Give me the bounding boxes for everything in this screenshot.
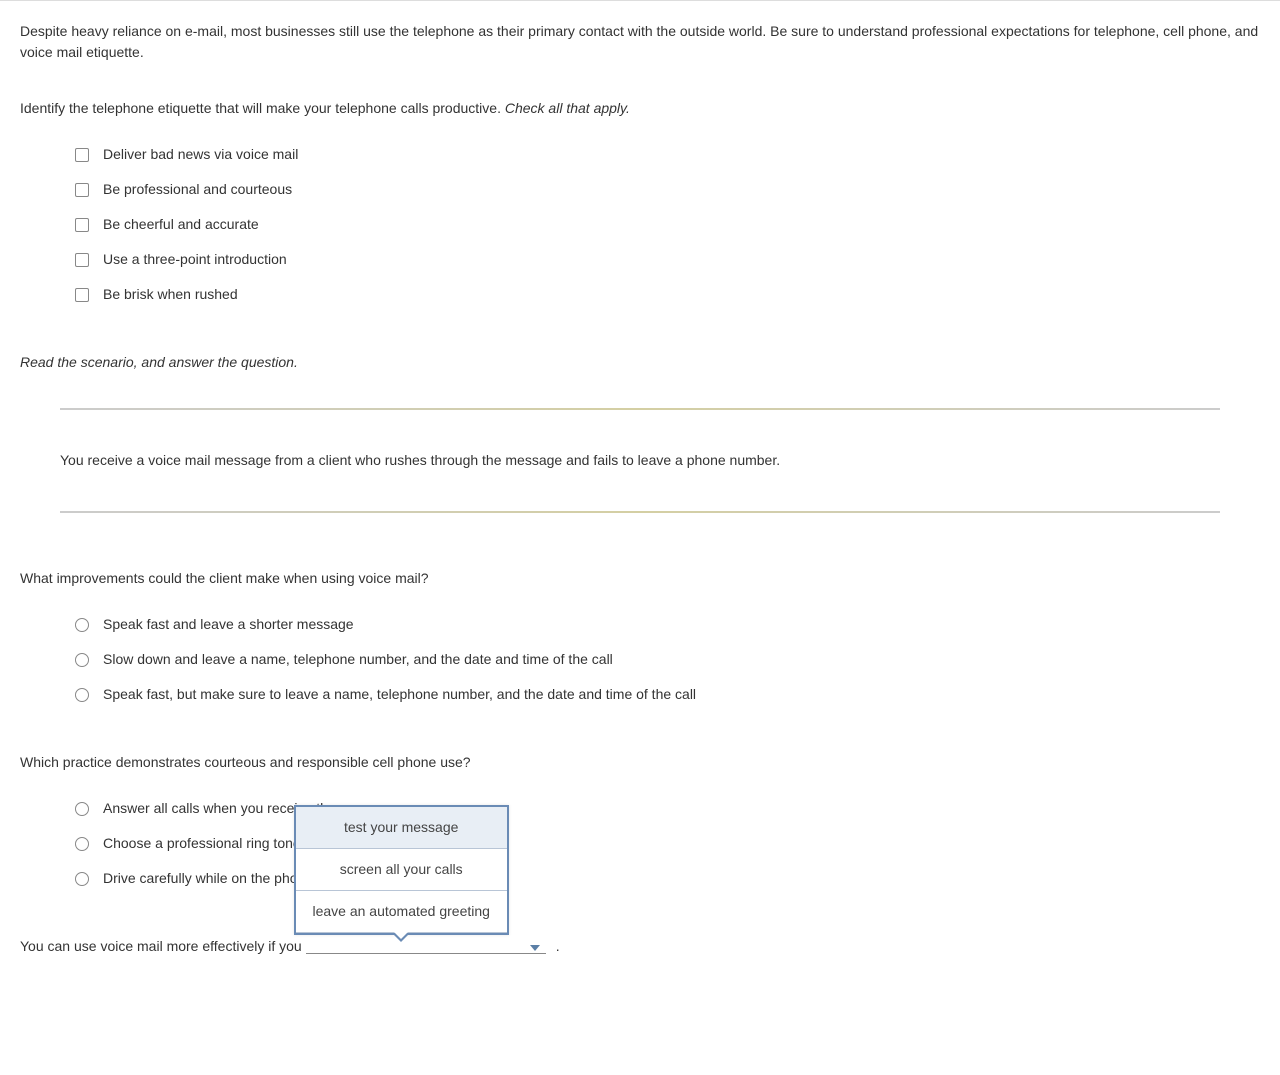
scenario-block: You receive a voice mail message from a … bbox=[60, 408, 1220, 513]
q1-option[interactable]: Be professional and courteous bbox=[75, 172, 1260, 207]
q1-option-label: Be cheerful and accurate bbox=[103, 214, 259, 235]
checkbox-icon[interactable] bbox=[75, 218, 89, 232]
q3-prompt: Which practice demonstrates courteous an… bbox=[20, 752, 1260, 773]
q2-option-label: Slow down and leave a name, telephone nu… bbox=[103, 649, 613, 670]
checkbox-icon[interactable] bbox=[75, 148, 89, 162]
q1-options: Deliver bad news via voice mail Be profe… bbox=[75, 137, 1260, 312]
q3-option-label: Drive carefully while on the phone bbox=[103, 868, 313, 889]
checkbox-icon[interactable] bbox=[75, 183, 89, 197]
q3-options: Answer all calls when you receive th Cho… bbox=[75, 791, 1260, 896]
q3-option[interactable]: Drive carefully while on the phone bbox=[75, 861, 1260, 896]
scenario-body: You receive a voice mail message from a … bbox=[60, 410, 1220, 511]
radio-icon[interactable] bbox=[75, 872, 89, 886]
radio-icon[interactable] bbox=[75, 688, 89, 702]
q1-prompt-hint: Check all that apply. bbox=[505, 100, 630, 116]
q3-option[interactable]: Choose a professional ring tone bbox=[75, 826, 1260, 861]
scenario-lead: Read the scenario, and answer the questi… bbox=[20, 352, 1260, 373]
q1-option[interactable]: Be brisk when rushed bbox=[75, 277, 1260, 312]
q1-option[interactable]: Use a three-point introduction bbox=[75, 242, 1260, 277]
q1-option-label: Deliver bad news via voice mail bbox=[103, 144, 298, 165]
checkbox-icon[interactable] bbox=[75, 253, 89, 267]
radio-icon[interactable] bbox=[75, 802, 89, 816]
q3-option-label: Choose a professional ring tone bbox=[103, 833, 301, 854]
q1-option-label: Be professional and courteous bbox=[103, 179, 292, 200]
radio-icon[interactable] bbox=[75, 837, 89, 851]
fill-period: . bbox=[556, 936, 560, 957]
q1-option-label: Be brisk when rushed bbox=[103, 284, 238, 305]
dropdown-item[interactable]: test your message bbox=[296, 807, 507, 849]
dropdown-arrow-icon bbox=[394, 932, 408, 939]
dropdown-item[interactable]: leave an automated greeting bbox=[296, 891, 507, 933]
q2-option[interactable]: Speak fast, but make sure to leave a nam… bbox=[75, 677, 1260, 712]
intro-paragraph: Despite heavy reliance on e-mail, most b… bbox=[20, 21, 1260, 63]
fill-sentence: You can use voice mail more effectively … bbox=[20, 936, 1260, 957]
fill-lead: You can use voice mail more effectively … bbox=[20, 936, 302, 957]
dropdown-item[interactable]: screen all your calls bbox=[296, 849, 507, 891]
q2-option-label: Speak fast and leave a shorter message bbox=[103, 614, 354, 635]
q1-option[interactable]: Be cheerful and accurate bbox=[75, 207, 1260, 242]
q1-prompt-text: Identify the telephone etiquette that wi… bbox=[20, 100, 505, 116]
q2-option[interactable]: Slow down and leave a name, telephone nu… bbox=[75, 642, 1260, 677]
radio-icon[interactable] bbox=[75, 653, 89, 667]
checkbox-icon[interactable] bbox=[75, 288, 89, 302]
q2-options: Speak fast and leave a shorter message S… bbox=[75, 607, 1260, 712]
dropdown-popup: test your message screen all your calls … bbox=[294, 805, 509, 935]
chevron-down-icon bbox=[530, 945, 540, 951]
q3-option[interactable]: Answer all calls when you receive th bbox=[75, 791, 1260, 826]
divider bbox=[60, 511, 1220, 513]
q2-option-label: Speak fast, but make sure to leave a nam… bbox=[103, 684, 696, 705]
q2-option[interactable]: Speak fast and leave a shorter message bbox=[75, 607, 1260, 642]
fill-blank-dropdown[interactable] bbox=[306, 936, 546, 954]
radio-icon[interactable] bbox=[75, 618, 89, 632]
q1-option-label: Use a three-point introduction bbox=[103, 249, 287, 270]
q2-prompt: What improvements could the client make … bbox=[20, 568, 1260, 589]
q1-prompt: Identify the telephone etiquette that wi… bbox=[20, 98, 1260, 119]
q1-option[interactable]: Deliver bad news via voice mail bbox=[75, 137, 1260, 172]
